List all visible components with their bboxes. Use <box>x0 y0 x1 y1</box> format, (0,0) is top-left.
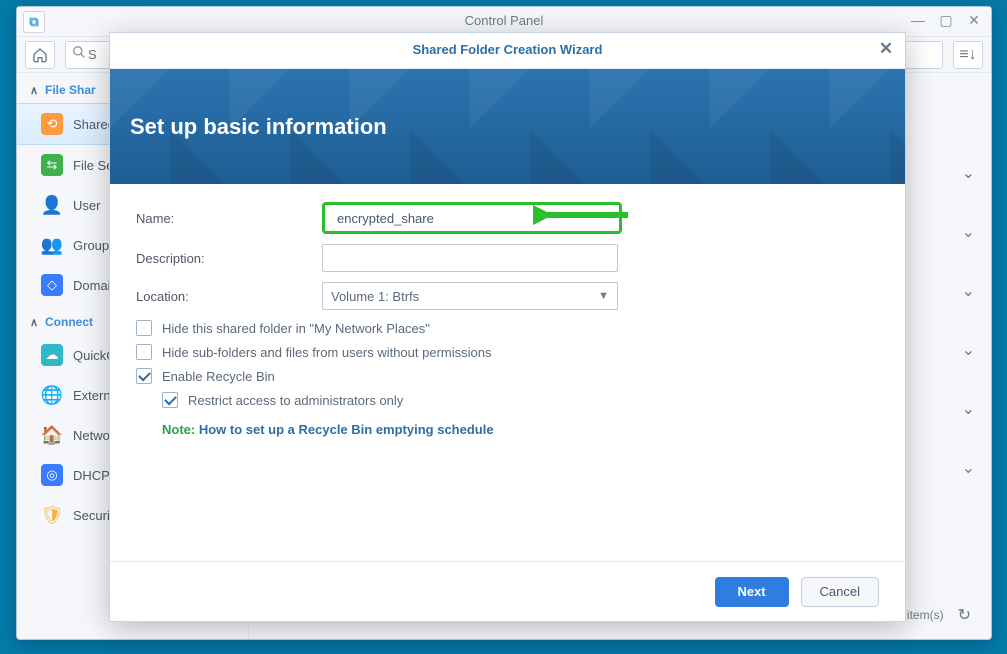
chevron-down-icon[interactable]: ⌄ <box>962 163 975 183</box>
minimize-icon[interactable]: — <box>907 11 929 31</box>
next-button[interactable]: Next <box>715 577 789 607</box>
description-input[interactable] <box>322 244 618 272</box>
chevron-down-icon[interactable]: ⌄ <box>962 281 975 301</box>
home-button[interactable] <box>25 41 55 69</box>
chevron-down-icon: ▼ <box>598 290 609 302</box>
sidebar-item-label: Extern <box>73 388 111 403</box>
accordion-list-chevrons: ⌄ ⌄ ⌄ ⌄ ⌄ ⌄ <box>962 163 975 478</box>
user-icon: 👤 <box>41 194 63 216</box>
wizard-heading: Set up basic information <box>130 114 387 140</box>
sidebar-item-label: Domai <box>73 278 111 293</box>
reload-icon[interactable]: ↻ <box>958 605 971 625</box>
search-icon <box>72 45 86 64</box>
checkbox-hide-subfolders[interactable] <box>136 344 152 360</box>
checkbox-row-enable-recycle[interactable]: Enable Recycle Bin <box>136 368 879 384</box>
wizard-title-text: Shared Folder Creation Wizard <box>413 42 603 57</box>
sidebar-item-label: Networ <box>73 428 114 443</box>
checkbox-enable-recycle[interactable] <box>136 368 152 384</box>
checkbox-label: Hide this shared folder in "My Network P… <box>162 321 430 336</box>
description-label: Description: <box>136 251 322 266</box>
chevron-up-icon: ∧ <box>29 84 39 97</box>
checkbox-row-hide-network[interactable]: Hide this shared folder in "My Network P… <box>136 320 879 336</box>
note-label: Note: <box>162 422 195 437</box>
wizard-body: Name: Description: Location: Volume 1: B… <box>110 184 905 561</box>
network-icon: 🏠 <box>41 424 63 446</box>
shared-folder-creation-wizard: Shared Folder Creation Wizard ✕ Set up b… <box>109 32 906 622</box>
name-highlight-box <box>322 202 622 234</box>
sidebar-item-label: File Se <box>73 158 113 173</box>
shared-folder-icon: ⟲ <box>41 113 63 135</box>
checkbox-label: Enable Recycle Bin <box>162 369 275 384</box>
cloud-icon: ☁ <box>41 344 63 366</box>
window-controls: — ▢ ✕ <box>907 11 985 31</box>
status-bar: 0 item(s) ↻ <box>897 605 971 625</box>
dhcp-icon: ◎ <box>41 464 63 486</box>
file-services-icon: ⇆ <box>41 154 63 176</box>
shield-icon: 🛡 <box>41 504 63 526</box>
close-icon[interactable]: ✕ <box>877 41 895 59</box>
cancel-button[interactable]: Cancel <box>801 577 879 607</box>
note: Note: How to set up a Recycle Bin emptyi… <box>162 422 879 437</box>
sidebar-group-label: Connect <box>45 315 93 329</box>
form-row-location: Location: Volume 1: Btrfs ▼ <box>136 282 879 310</box>
window-title: Control Panel <box>465 13 544 28</box>
sort-button[interactable]: ≡↓ <box>953 41 983 69</box>
group-icon: 👥 <box>41 234 63 256</box>
checkbox-row-hide-subfolders[interactable]: Hide sub-folders and files from users wi… <box>136 344 879 360</box>
location-label: Location: <box>136 289 322 304</box>
note-link[interactable]: How to set up a Recycle Bin emptying sch… <box>199 422 494 437</box>
domain-icon: ◇ <box>41 274 63 296</box>
form-row-name: Name: <box>136 202 879 234</box>
chevron-up-icon: ∧ <box>29 316 39 329</box>
app-icon: ⧉ <box>23 11 45 33</box>
checkbox-label: Restrict access to administrators only <box>188 393 403 408</box>
sidebar-item-label: User <box>73 198 100 213</box>
close-window-icon[interactable]: ✕ <box>963 11 985 31</box>
location-select[interactable]: Volume 1: Btrfs ▼ <box>322 282 618 310</box>
globe-icon: 🌐 <box>41 384 63 406</box>
maximize-icon[interactable]: ▢ <box>935 11 957 31</box>
form-row-description: Description: <box>136 244 879 272</box>
chevron-down-icon[interactable]: ⌄ <box>962 458 975 478</box>
location-select-value: Volume 1: Btrfs <box>331 289 419 304</box>
name-input[interactable] <box>329 206 615 230</box>
checkbox-label: Hide sub-folders and files from users wi… <box>162 345 491 360</box>
sidebar-item-label: Group <box>73 238 109 253</box>
checkbox-row-restrict-admins[interactable]: Restrict access to administrators only <box>162 392 879 408</box>
sidebar-group-label: File Shar <box>45 83 96 97</box>
wizard-titlebar: Shared Folder Creation Wizard ✕ <box>110 33 905 69</box>
wizard-hero: Set up basic information <box>110 69 905 184</box>
checkbox-hide-network[interactable] <box>136 320 152 336</box>
wizard-footer: Next Cancel <box>110 561 905 621</box>
chevron-down-icon[interactable]: ⌄ <box>962 222 975 242</box>
checkbox-restrict-admins[interactable] <box>162 392 178 408</box>
chevron-down-icon[interactable]: ⌄ <box>962 399 975 419</box>
name-label: Name: <box>136 211 322 226</box>
chevron-down-icon[interactable]: ⌄ <box>962 340 975 360</box>
